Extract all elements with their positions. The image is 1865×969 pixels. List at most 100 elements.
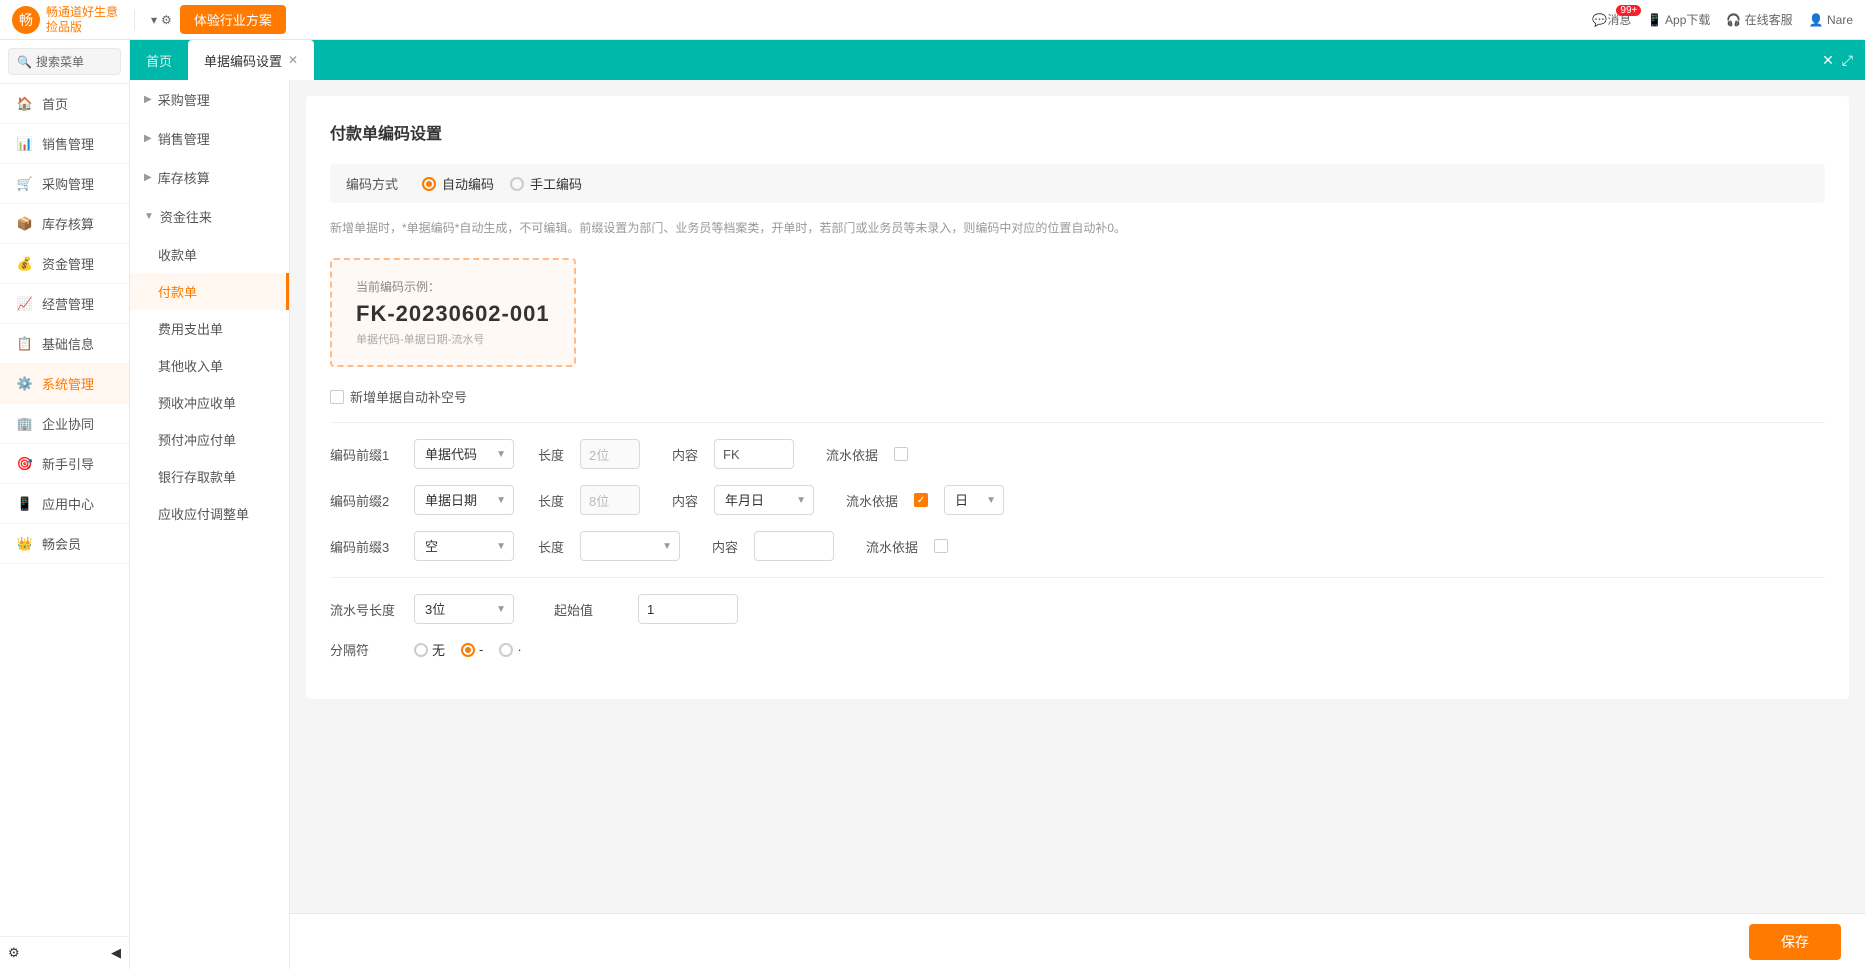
base-icon: 📋: [16, 335, 34, 353]
user-info[interactable]: 👤 Nare: [1809, 13, 1853, 27]
tab-close-icon[interactable]: ✕: [288, 53, 298, 67]
group-purchase-title[interactable]: ▶ 采购管理: [130, 80, 289, 119]
sec-item-ap-ar-adjust[interactable]: 应收应付调整单: [130, 495, 289, 532]
tab-home-label: 首页: [146, 51, 172, 70]
logo-icon: 畅: [12, 6, 40, 34]
serial-length-select[interactable]: 3位: [414, 594, 514, 624]
start-value-input[interactable]: [638, 594, 738, 624]
sidebar-item-operations[interactable]: 📈 经营管理: [0, 284, 129, 324]
tab-serial-label: 单据编码设置: [204, 51, 282, 70]
sidebar-settings-icon[interactable]: ⚙: [8, 945, 20, 961]
sec-item-bank-deposit[interactable]: 银行存取款单: [130, 458, 289, 495]
sidebar-item-guide[interactable]: 🎯 新手引导: [0, 444, 129, 484]
sidebar-item-label: 企业协同: [42, 414, 94, 433]
app-download[interactable]: 📱 App下载: [1647, 11, 1710, 28]
separator-dot1-radio[interactable]: -: [461, 642, 483, 657]
serial-row: 流水号长度 3位 ▼ 起始值: [330, 594, 1825, 624]
prefix1-content-label: 内容: [672, 445, 698, 464]
separator-none-radio[interactable]: 无: [414, 640, 445, 659]
separator-dot1-dot: [461, 643, 475, 657]
content-area: 首页 单据编码设置 ✕ ✕ ⤢ ▶ 采购管理: [130, 40, 1865, 969]
logo-text: 畅通道好生意 捡品版: [46, 5, 118, 34]
sidebar-item-apps[interactable]: 📱 应用中心: [0, 484, 129, 524]
start-value-label: 起始值: [554, 600, 622, 619]
sidebar-item-label: 经营管理: [42, 294, 94, 313]
sidebar-item-label: 系统管理: [42, 374, 94, 393]
auto-radio[interactable]: 自动编码: [422, 174, 494, 193]
group-sales: ▶ 销售管理: [130, 119, 289, 158]
sidebar-item-base[interactable]: 📋 基础信息: [0, 324, 129, 364]
sec-item-payment[interactable]: 付款单: [130, 273, 289, 310]
sidebar-item-label: 资金管理: [42, 254, 94, 273]
sidebar-item-sales[interactable]: 📊 销售管理: [0, 124, 129, 164]
tab-home[interactable]: 首页: [130, 40, 188, 80]
prefix2-length-input[interactable]: [580, 485, 640, 515]
prefix3-content-input[interactable]: [754, 531, 834, 561]
app-icon: 📱: [1647, 13, 1662, 27]
group-sales-label: 销售管理: [158, 129, 210, 148]
experience-button[interactable]: 体验行业方案: [180, 5, 286, 34]
window-maximize-icon[interactable]: ⤢: [1842, 52, 1853, 69]
prefix-row-1: 编码前缀1 单据代码 ▼ 长度 内容 流水依据: [330, 439, 1825, 469]
tab-serial-setting[interactable]: 单据编码设置 ✕: [188, 40, 314, 80]
prefix2-label: 编码前缀2: [330, 491, 398, 510]
nav-expand-icon[interactable]: ▾: [151, 13, 157, 27]
prefix1-label: 编码前缀1: [330, 445, 398, 464]
chevron-right-icon: ▶: [144, 172, 152, 183]
sidebar-item-inventory[interactable]: 📦 库存核算: [0, 204, 129, 244]
prefix2-content-select[interactable]: 年月日: [714, 485, 814, 515]
prefix2-period-select[interactable]: 日: [944, 485, 1004, 515]
prefix3-length-select[interactable]: [580, 531, 680, 561]
sidebar-item-finance[interactable]: 💰 资金管理: [0, 244, 129, 284]
sec-item-expense[interactable]: 费用支出单: [130, 310, 289, 347]
sec-item-other-income[interactable]: 其他收入单: [130, 347, 289, 384]
group-inventory-title[interactable]: ▶ 库存核算: [130, 158, 289, 197]
sidebar-bottom: ⚙ ◀: [0, 936, 129, 969]
prefix1-content-input[interactable]: [714, 439, 794, 469]
sidebar-item-label: 销售管理: [42, 134, 94, 153]
sidebar-item-label: 新手引导: [42, 454, 94, 473]
group-purchase-label: 采购管理: [158, 90, 210, 109]
group-inventory: ▶ 库存核算: [130, 158, 289, 197]
auto-fill-checkbox[interactable]: [330, 390, 344, 404]
encoding-method-row: 编码方式 自动编码 手工编码: [330, 164, 1825, 203]
sidebar-item-member[interactable]: 👑 畅会员: [0, 524, 129, 564]
prefix3-content-label: 内容: [712, 537, 738, 556]
prefix1-stream-checkbox[interactable]: [894, 447, 908, 461]
top-bar-right: 💬 消息 99+ 📱 App下载 🎧 在线客服 👤 Nare: [1592, 11, 1853, 28]
sidebar-item-enterprise[interactable]: 🏢 企业协同: [0, 404, 129, 444]
prefix1-select[interactable]: 单据代码: [414, 439, 514, 469]
message-badge: 99+: [1616, 5, 1641, 16]
user-name: Nare: [1827, 13, 1853, 27]
prefix1-length-input[interactable]: [580, 439, 640, 469]
app-label: App下载: [1665, 13, 1710, 27]
message-wrap[interactable]: 💬 消息 99+: [1592, 11, 1631, 28]
sidebar-collapse-icon[interactable]: ◀: [111, 945, 121, 961]
sidebar-item-system[interactable]: ⚙️ 系统管理: [0, 364, 129, 404]
sec-item-prepay-payable[interactable]: 预付冲应付单: [130, 421, 289, 458]
online-service[interactable]: 🎧 在线客服: [1726, 11, 1792, 28]
sec-item-prepay-receivable[interactable]: 预收冲应收单: [130, 384, 289, 421]
group-sales-title[interactable]: ▶ 销售管理: [130, 119, 289, 158]
manual-radio[interactable]: 手工编码: [510, 174, 582, 193]
purchase-icon: 🛒: [16, 175, 34, 193]
window-close-icon[interactable]: ✕: [1822, 52, 1834, 69]
chevron-right-icon: ▶: [144, 133, 152, 144]
save-button[interactable]: 保存: [1749, 924, 1841, 960]
prefix3-stream-checkbox[interactable]: [934, 539, 948, 553]
search-menu-button[interactable]: 🔍 搜索菜单: [8, 48, 121, 75]
sidebar-item-home[interactable]: 🏠 首页: [0, 84, 129, 124]
top-bar-left: 畅 畅通道好生意 捡品版 ▾ ⚙ 体验行业方案: [12, 5, 286, 34]
apps-icon: 📱: [16, 495, 34, 513]
prefix2-length-label: 长度: [538, 491, 564, 510]
separator-dot2-radio[interactable]: ·: [499, 642, 521, 657]
prefix2-period-select-wrap: 日 ▼: [944, 485, 1004, 515]
group-capital-title[interactable]: ▼ 资金往来: [130, 197, 289, 236]
prefix2-stream-checkbox[interactable]: ✓: [914, 493, 928, 507]
sidebar-item-purchase[interactable]: 🛒 采购管理: [0, 164, 129, 204]
prefix2-select[interactable]: 单据日期: [414, 485, 514, 515]
prefix2-select-wrap: 单据日期 ▼: [414, 485, 514, 515]
settings-icon[interactable]: ⚙: [161, 13, 172, 27]
sec-item-receipt[interactable]: 收款单: [130, 236, 289, 273]
prefix3-select[interactable]: 空: [414, 531, 514, 561]
